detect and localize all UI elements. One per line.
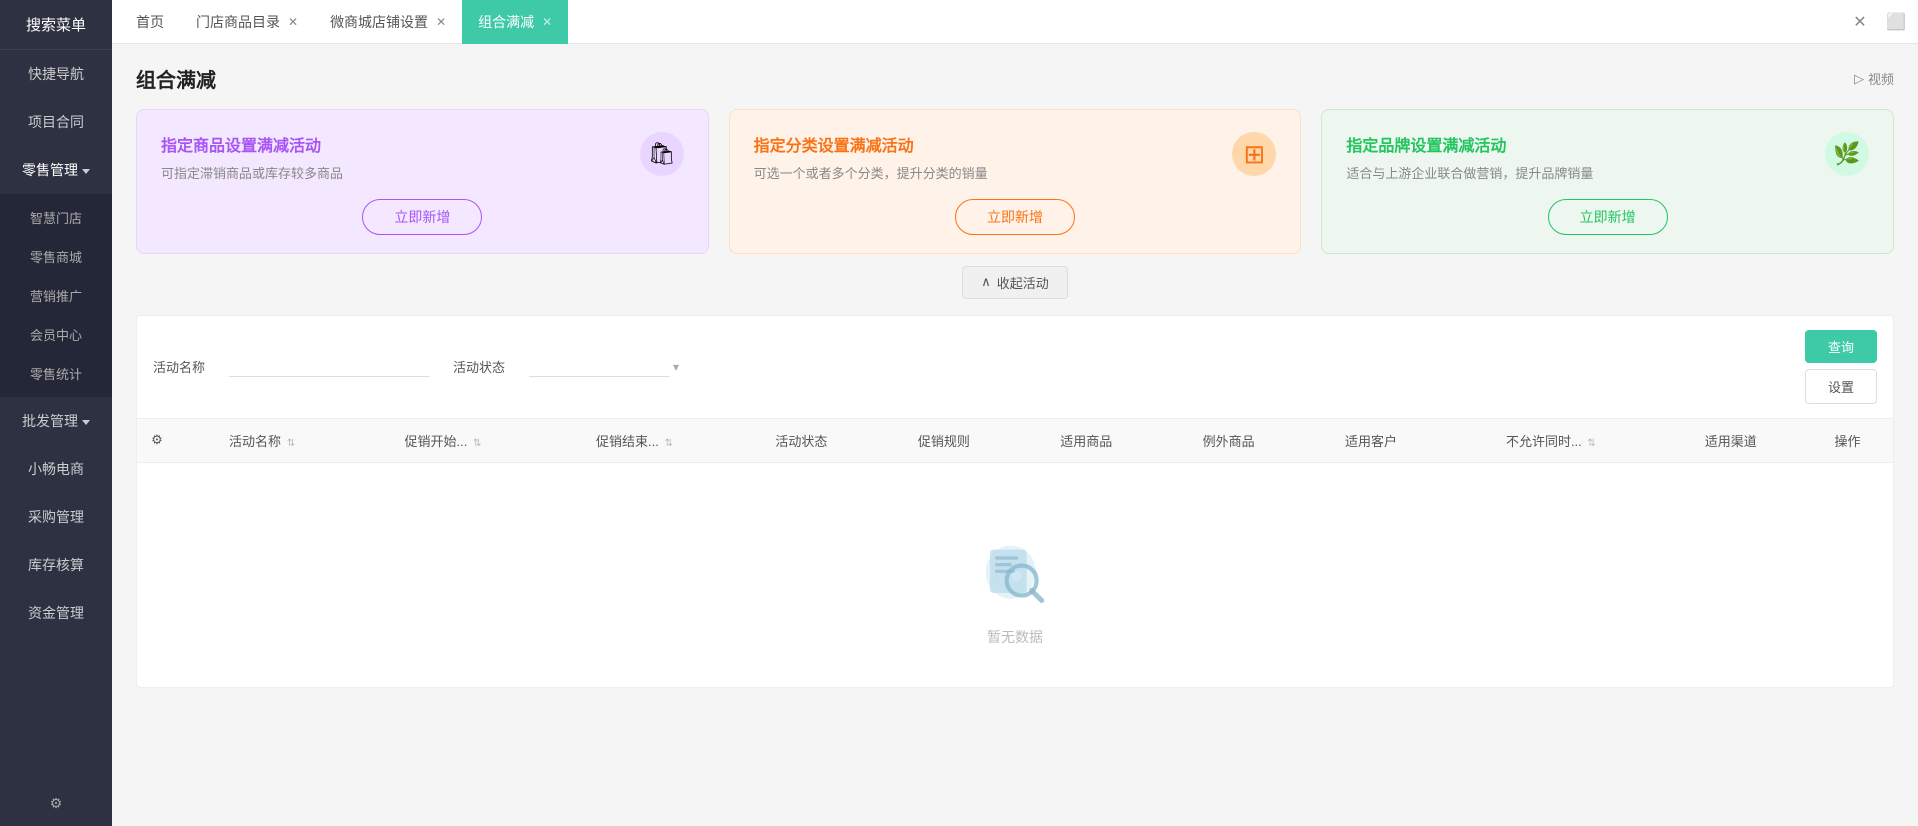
sidebar-item-project-contract[interactable]: 项目合同 bbox=[0, 98, 112, 146]
collapse-chevron-icon: ∧ bbox=[981, 274, 991, 290]
collapse-bar: ∧ 收起活动 bbox=[136, 266, 1894, 299]
th-promo-end-label: 促销结束... bbox=[596, 434, 659, 449]
category-card-title: 指定分类设置满减活动 bbox=[754, 132, 1277, 156]
product-card-title: 指定商品设置满减活动 bbox=[161, 132, 684, 156]
th-promo-start-label: 促销开始... bbox=[404, 434, 467, 449]
th-applicable-customer: 适用客户 bbox=[1300, 419, 1442, 463]
empty-state: 暂无数据 bbox=[137, 463, 1893, 687]
sidebar-item-wholesale-mgmt[interactable]: 批发管理 bbox=[0, 397, 112, 445]
filter-row: 活动名称 活动状态 ▾ 查询 设置 bbox=[137, 316, 1893, 419]
th-exception-goods: 例外商品 bbox=[1157, 419, 1299, 463]
brand-card-desc: 适合与上游企业联合做营销，提升品牌销量 bbox=[1346, 164, 1869, 185]
category-activity-card: ⊞ 指定分类设置满减活动 可选一个或者多个分类，提升分类的销量 立即新增 bbox=[729, 109, 1302, 254]
filter-status-label: 活动状态 bbox=[453, 357, 505, 376]
tabbar: 首页 门店商品目录 ✕ 微商城店铺设置 ✕ 组合满减 ✕ ✕ ⬜ bbox=[112, 0, 1918, 44]
sidebar-item-marketing[interactable]: 营销推广 bbox=[0, 276, 112, 315]
filter-actions: 查询 设置 bbox=[1805, 330, 1877, 404]
th-no-concurrent-label: 不允许同时... bbox=[1506, 434, 1582, 449]
sidebar: 搜索菜单 快捷导航 项目合同 零售管理 智慧门店 零售商城 营销推广 会员中心 … bbox=[0, 0, 112, 826]
sidebar-item-smart-store[interactable]: 智慧门店 bbox=[0, 198, 112, 237]
tab-wechat-settings-close[interactable]: ✕ bbox=[436, 15, 446, 29]
sidebar-item-member-center[interactable]: 会员中心 bbox=[0, 315, 112, 354]
main-area: 首页 门店商品目录 ✕ 微商城店铺设置 ✕ 组合满减 ✕ ✕ ⬜ 组合满减 ▷ … bbox=[112, 0, 1918, 826]
th-promo-start: 促销开始... ⇅ bbox=[347, 419, 539, 463]
filter-status-select[interactable] bbox=[529, 357, 669, 377]
chevron-down-icon: ▾ bbox=[673, 360, 679, 374]
tab-combo-discount-label: 组合满减 bbox=[478, 12, 534, 32]
sort-icon-promo-start[interactable]: ⇅ bbox=[473, 438, 481, 449]
brand-card-icon: 🌿 bbox=[1825, 132, 1869, 176]
brand-activity-card: 🌿 指定品牌设置满减活动 适合与上游企业联合做营销，提升品牌销量 立即新增 bbox=[1321, 109, 1894, 254]
th-settings: ⚙ bbox=[137, 419, 177, 463]
table-header: ⚙ 活动名称 ⇅ 促销开始... ⇅ 促销结束... bbox=[137, 419, 1893, 463]
product-card-icon: 🛍 bbox=[640, 132, 684, 176]
collapse-btn[interactable]: ∧ 收起活动 bbox=[962, 266, 1068, 299]
th-no-concurrent: 不允许同时... ⇅ bbox=[1442, 419, 1659, 463]
sidebar-settings[interactable]: ⚙ bbox=[0, 781, 112, 826]
data-table: ⚙ 活动名称 ⇅ 促销开始... ⇅ 促销结束... bbox=[137, 419, 1893, 463]
th-applicable-goods: 适用商品 bbox=[1015, 419, 1157, 463]
sidebar-item-inventory-calc[interactable]: 库存核算 bbox=[0, 541, 112, 589]
page-content: 组合满减 ▷ 视频 🛍 指定商品设置满减活动 可指定滞销商品或库存较多商品 立即… bbox=[112, 44, 1918, 826]
collapse-label: 收起活动 bbox=[997, 273, 1049, 292]
category-card-desc: 可选一个或者多个分类，提升分类的销量 bbox=[754, 164, 1277, 185]
tab-store-catalog[interactable]: 门店商品目录 ✕ bbox=[180, 0, 314, 44]
th-applicable-channel: 适用渠道 bbox=[1660, 419, 1802, 463]
empty-illustration bbox=[965, 523, 1065, 613]
tab-wechat-settings[interactable]: 微商城店铺设置 ✕ bbox=[314, 0, 462, 44]
gear-icon[interactable]: ⚙ bbox=[151, 432, 163, 447]
sort-icon-activity-name[interactable]: ⇅ bbox=[287, 438, 295, 449]
product-card-add-btn[interactable]: 立即新增 bbox=[362, 199, 482, 235]
sidebar-item-retail-stats[interactable]: 零售统计 bbox=[0, 354, 112, 393]
brand-card-add-btn[interactable]: 立即新增 bbox=[1548, 199, 1668, 235]
filter-name-input[interactable] bbox=[229, 357, 429, 377]
tab-combo-discount[interactable]: 组合满减 ✕ bbox=[462, 0, 568, 44]
page-header: 组合满减 ▷ 视频 bbox=[136, 64, 1894, 93]
sidebar-item-retail-mgmt[interactable]: 零售管理 bbox=[0, 146, 112, 194]
sidebar-item-xiaochangec[interactable]: 小畅电商 bbox=[0, 445, 112, 493]
product-card-desc: 可指定滞销商品或库存较多商品 bbox=[161, 164, 684, 185]
tabbar-controls: ✕ ⬜ bbox=[1846, 8, 1910, 36]
query-btn[interactable]: 查询 bbox=[1805, 330, 1877, 363]
sidebar-item-fund-mgmt[interactable]: 资金管理 bbox=[0, 589, 112, 637]
page-title: 组合满减 bbox=[136, 64, 216, 93]
sidebar-item-quick-nav[interactable]: 快捷导航 bbox=[0, 50, 112, 98]
th-activity-name: 活动名称 ⇅ bbox=[177, 419, 347, 463]
tab-store-catalog-close[interactable]: ✕ bbox=[288, 15, 298, 29]
sidebar-item-purchase-mgmt[interactable]: 采购管理 bbox=[0, 493, 112, 541]
video-link[interactable]: ▷ 视频 bbox=[1854, 69, 1894, 88]
filter-name-label: 活动名称 bbox=[153, 357, 205, 376]
filter-status-wrap: ▾ bbox=[529, 357, 679, 377]
table-section: 活动名称 活动状态 ▾ 查询 设置 bbox=[136, 315, 1894, 688]
play-icon: ▷ bbox=[1854, 71, 1864, 87]
window-maximize-btn[interactable]: ⬜ bbox=[1882, 8, 1910, 36]
data-table-wrap: ⚙ 活动名称 ⇅ 促销开始... ⇅ 促销结束... bbox=[137, 419, 1893, 687]
th-promo-end: 促销结束... ⇅ bbox=[539, 419, 731, 463]
video-label: 视频 bbox=[1868, 69, 1894, 88]
th-promo-rule: 促销规则 bbox=[873, 419, 1015, 463]
tab-home[interactable]: 首页 bbox=[120, 0, 180, 44]
th-operation: 操作 bbox=[1802, 419, 1893, 463]
window-close-btn[interactable]: ✕ bbox=[1846, 8, 1874, 36]
category-card-add-btn[interactable]: 立即新增 bbox=[955, 199, 1075, 235]
product-activity-card: 🛍 指定商品设置满减活动 可指定滞销商品或库存较多商品 立即新增 bbox=[136, 109, 709, 254]
brand-card-title: 指定品牌设置满减活动 bbox=[1346, 132, 1869, 156]
settings-btn[interactable]: 设置 bbox=[1805, 369, 1877, 404]
sidebar-item-retail-mall[interactable]: 零售商城 bbox=[0, 237, 112, 276]
th-activity-name-label: 活动名称 bbox=[229, 434, 281, 449]
th-activity-status: 活动状态 bbox=[730, 419, 872, 463]
activity-cards: 🛍 指定商品设置满减活动 可指定滞销商品或库存较多商品 立即新增 ⊞ 指定分类设… bbox=[136, 109, 1894, 254]
empty-text: 暂无数据 bbox=[987, 627, 1043, 647]
sort-icon-no-concurrent[interactable]: ⇅ bbox=[1587, 438, 1595, 449]
tab-store-catalog-label: 门店商品目录 bbox=[196, 12, 280, 32]
sidebar-search[interactable]: 搜索菜单 bbox=[0, 0, 112, 50]
tab-wechat-settings-label: 微商城店铺设置 bbox=[330, 12, 428, 32]
tab-combo-discount-close[interactable]: ✕ bbox=[542, 15, 552, 29]
sidebar-sub-retail: 智慧门店 零售商城 营销推广 会员中心 零售统计 bbox=[0, 194, 112, 397]
sort-icon-promo-end[interactable]: ⇅ bbox=[664, 438, 672, 449]
